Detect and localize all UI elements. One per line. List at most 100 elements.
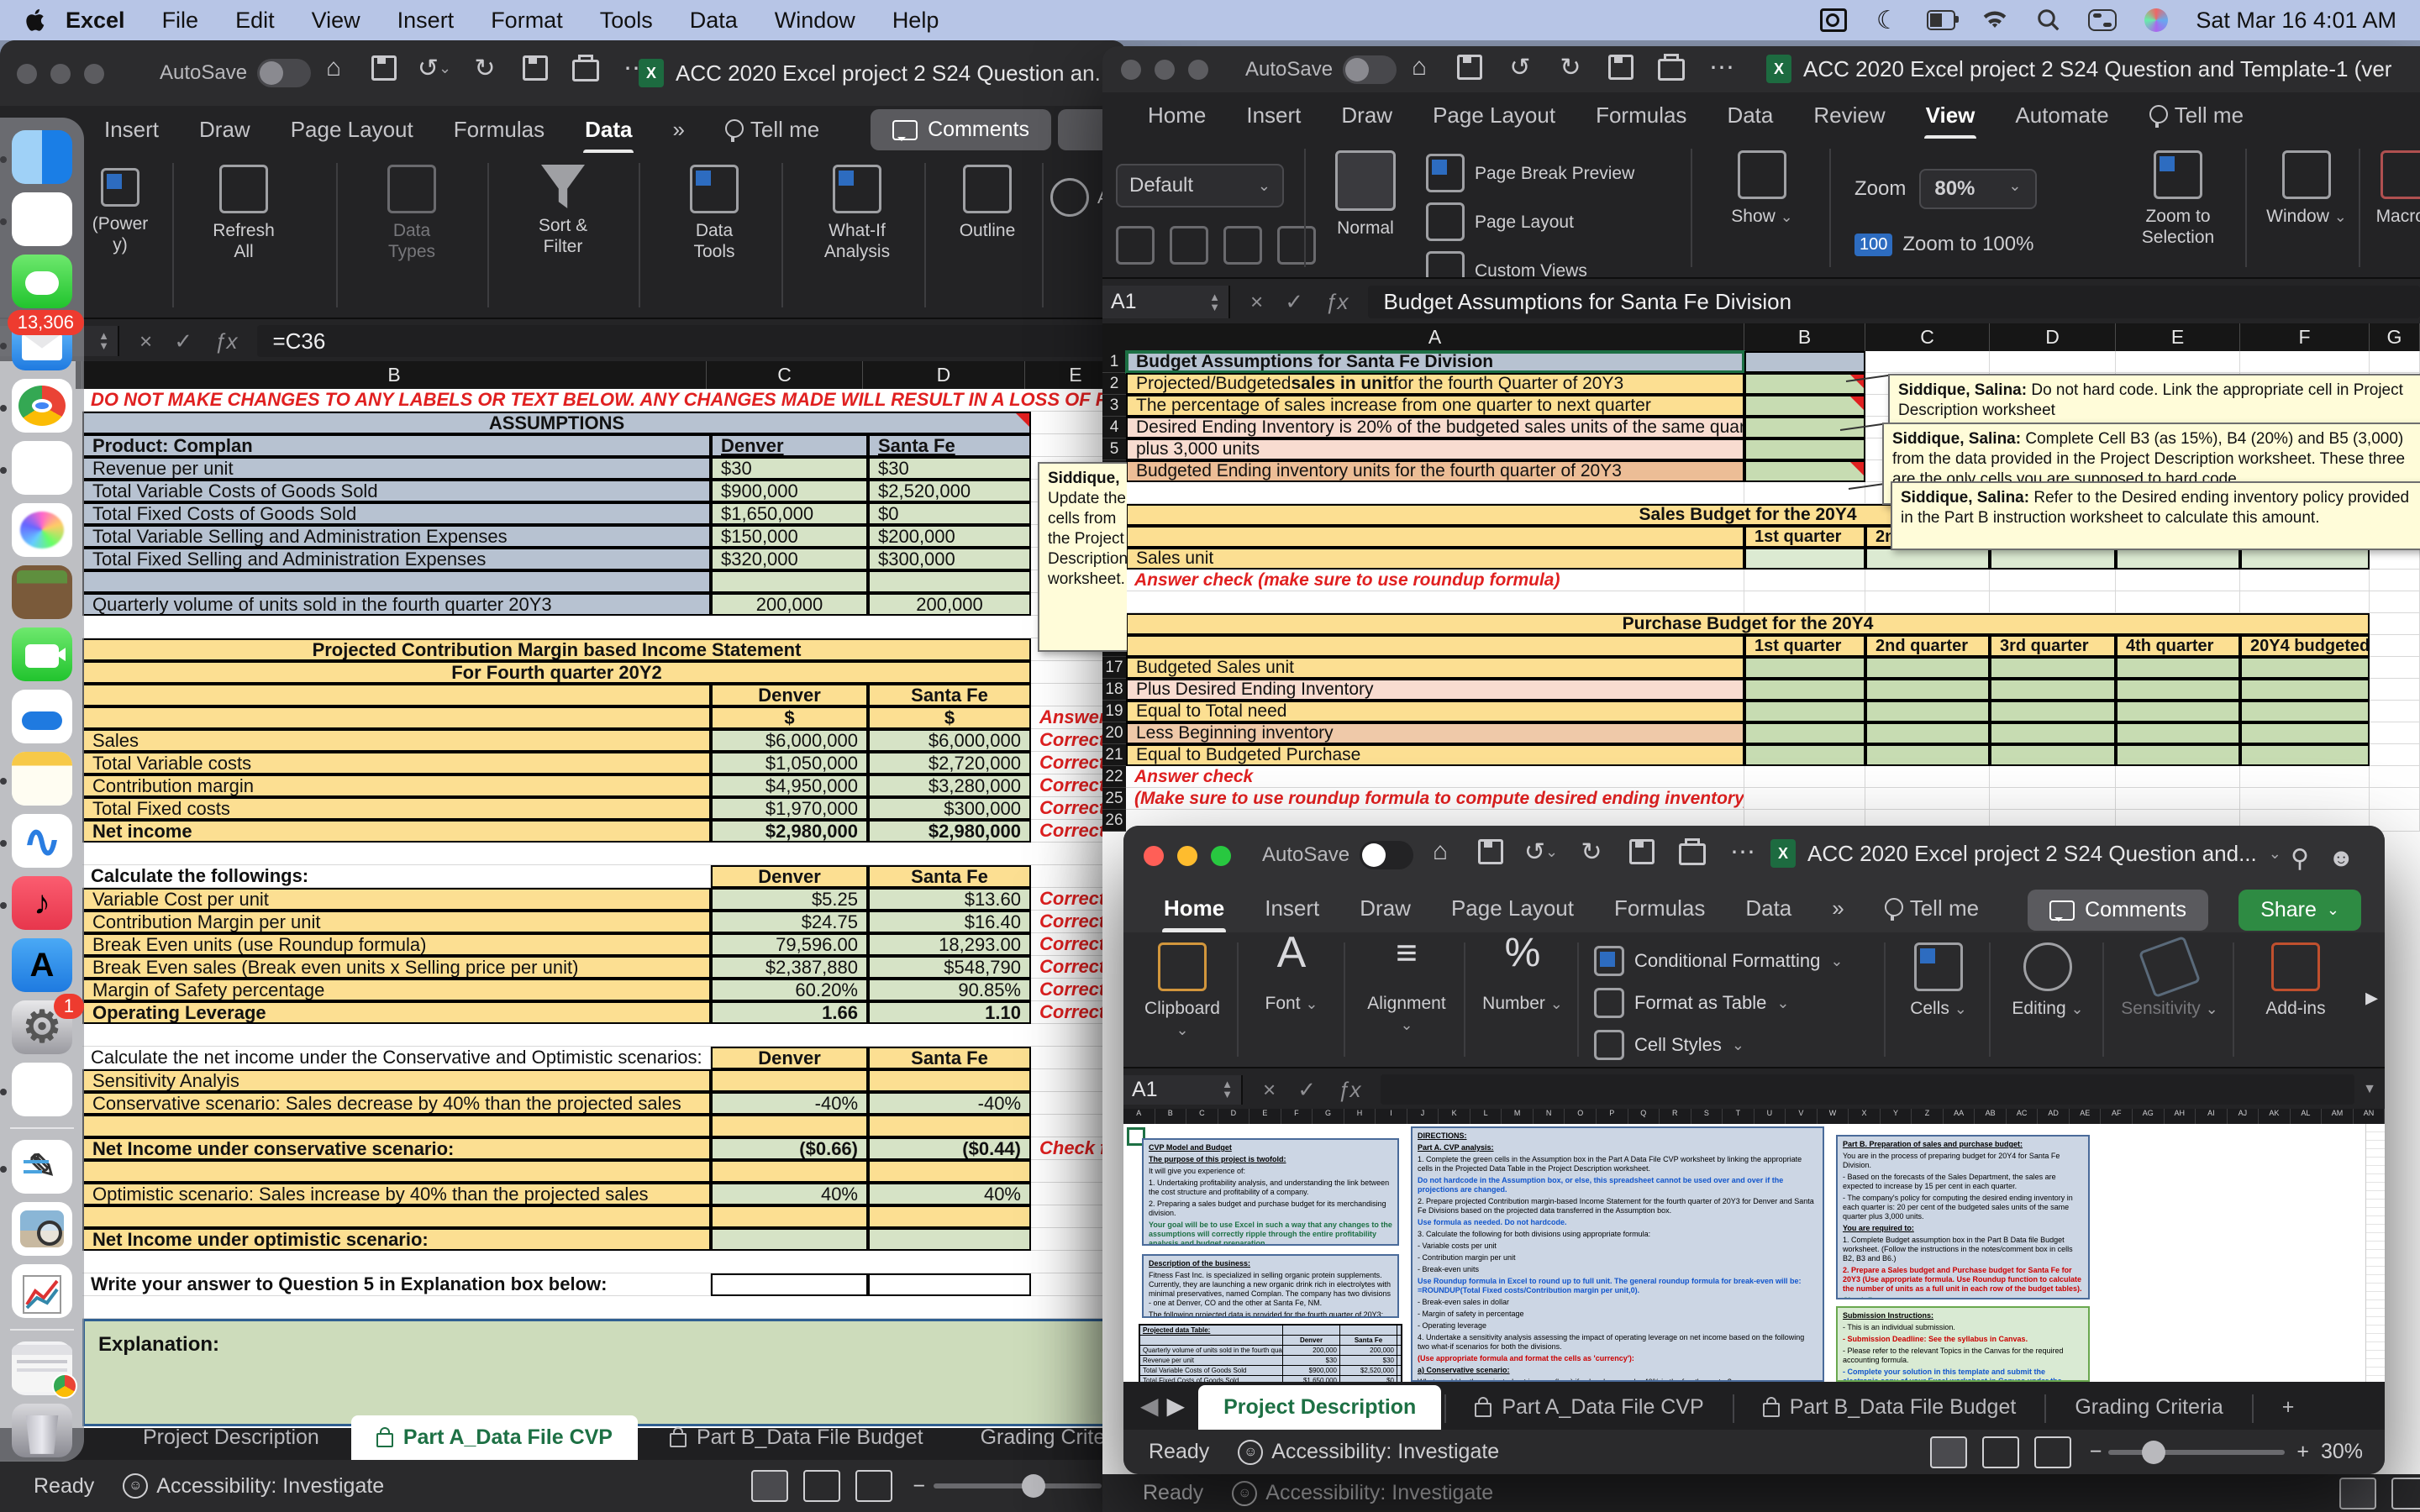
save-as-icon[interactable]: [1628, 839, 1656, 864]
print-icon[interactable]: [1678, 838, 1707, 865]
cell-value[interactable]: [2240, 744, 2370, 766]
menu-item-window[interactable]: Window: [756, 8, 874, 33]
cell-value[interactable]: ($0.44): [868, 1137, 1031, 1160]
normal-view-icon[interactable]: [751, 1470, 789, 1502]
w2-zoom-to-selection-button[interactable]: Zoom to Selection: [2123, 150, 2233, 248]
w1-outline-group[interactable]: Outline: [941, 165, 1034, 241]
cell-label[interactable]: [82, 1160, 711, 1183]
cell-value[interactable]: [1990, 679, 2116, 701]
undo-icon[interactable]: ↺ ⌄: [1524, 838, 1558, 866]
dock-icon-outlook[interactable]: [0, 192, 72, 247]
cell-value[interactable]: [1990, 722, 2116, 744]
cell-label[interactable]: Total Fixed Costs of Goods Sold: [82, 502, 711, 525]
more-commands-icon[interactable]: ⋯: [1728, 838, 1757, 866]
cell-value[interactable]: $4,950,000: [711, 774, 868, 797]
row-header-1[interactable]: 1: [1102, 351, 1126, 373]
undo-icon[interactable]: ↺ ⌄: [418, 55, 451, 82]
cell-label[interactable]: (Make sure to use roundup formula to com…: [1126, 788, 1744, 810]
cell-quarter-header[interactable]: 4th quarter: [2116, 635, 2240, 657]
cell-value[interactable]: [1865, 351, 1990, 373]
dock-icon-finder[interactable]: [0, 130, 72, 185]
sheet-tab-project-description[interactable]: Project Description: [118, 1415, 345, 1460]
cell-value[interactable]: [1744, 482, 1865, 504]
cell-value[interactable]: [2116, 766, 2240, 788]
cell-label[interactable]: Total Variable Costs of Goods Sold: [82, 480, 711, 502]
row-header-19[interactable]: 19: [1102, 701, 1126, 722]
row-header-5[interactable]: 5: [1102, 438, 1126, 460]
row-header-3[interactable]: 3: [1102, 395, 1126, 417]
cell-value[interactable]: [1744, 766, 1865, 788]
w3-titlebar[interactable]: AutoSave ⌂ ↺ ⌄ ↻ ⋯ X ACC 2020 Excel proje…: [1123, 826, 2385, 885]
cell-label[interactable]: Net Income under conservative scenario:: [82, 1137, 711, 1160]
w2-sheet-view-icons[interactable]: [1116, 226, 1316, 265]
cell-value[interactable]: Santa Fe: [868, 865, 1031, 888]
cell-value[interactable]: [1865, 788, 1990, 810]
cell-label[interactable]: Contribution margin: [82, 774, 711, 797]
cancel-icon[interactable]: ×: [139, 328, 152, 354]
w3-number-group[interactable]: % Number ⌄: [1481, 933, 1565, 1015]
w2-sheet-view-select[interactable]: Default ⌄: [1116, 164, 1284, 207]
cell-label[interactable]: Total Fixed Selling and Administration E…: [82, 548, 711, 570]
cell-value[interactable]: $1,970,000: [711, 797, 868, 820]
cell-value[interactable]: [1744, 460, 1865, 482]
cell-value[interactable]: 200,000: [711, 593, 868, 616]
cell-value[interactable]: [1744, 373, 1865, 395]
cell-value[interactable]: [2240, 766, 2370, 788]
home-icon[interactable]: ⌂: [319, 54, 348, 81]
cell-value[interactable]: [2116, 548, 2240, 570]
cell-value[interactable]: [1744, 591, 1865, 613]
cell-value[interactable]: Santa Fe: [868, 1047, 1031, 1069]
cell-label[interactable]: Sales: [82, 729, 711, 752]
dock-icon-minimized-window[interactable]: [12, 1341, 77, 1399]
cell-label[interactable]: Plus Desired Ending Inventory: [1126, 679, 1744, 701]
fx-icon[interactable]: ƒx: [214, 328, 237, 354]
column-header-G[interactable]: G: [2370, 323, 2420, 351]
dock-icon-minecraft[interactable]: [12, 565, 72, 620]
w3-scroll-gutter[interactable]: [2365, 1124, 2385, 1382]
spotlight-icon[interactable]: [2034, 8, 2063, 33]
cell-label[interactable]: [82, 684, 711, 706]
cell-value[interactable]: $2,720,000: [868, 752, 1031, 774]
cell-quarter-header[interactable]: 1st quarter: [1744, 635, 1865, 657]
cell-label[interactable]: Answer check (make sure to use roundup f…: [1126, 570, 1744, 591]
cell-label[interactable]: [1126, 591, 1744, 613]
column-header-F[interactable]: F: [2240, 323, 2370, 351]
cell-value[interactable]: [2240, 591, 2370, 613]
cell-value[interactable]: [1744, 570, 1865, 591]
cell-value[interactable]: [1865, 657, 1990, 679]
cell-label[interactable]: [1126, 482, 1744, 504]
cell-value[interactable]: [1744, 351, 1865, 373]
w1-data-tools-group[interactable]: Data Tools: [664, 165, 765, 262]
cancel-icon[interactable]: ×: [1250, 289, 1263, 315]
fx-icon[interactable]: ƒx: [1325, 289, 1348, 315]
cell-value[interactable]: [1744, 395, 1865, 417]
cell-value[interactable]: [1865, 679, 1990, 701]
w1-tellme[interactable]: Tell me: [705, 108, 839, 151]
dock-icon-music[interactable]: ♪: [0, 876, 72, 931]
w3-cell-styles-button[interactable]: Cell Styles ⌄: [1594, 1030, 1843, 1060]
cell-value[interactable]: 40%: [711, 1183, 868, 1205]
dock-icon-trash[interactable]: [12, 1403, 72, 1457]
cell-value[interactable]: Denver: [711, 865, 868, 888]
cell-label[interactable]: Net income: [82, 820, 711, 843]
column-header-D[interactable]: D: [1990, 323, 2116, 351]
cell-value[interactable]: 79,596.00: [711, 933, 868, 956]
w3-clipboard-group[interactable]: Clipboard ⌄: [1140, 942, 1224, 1041]
sheet-tab-part-a-data-file-cvp[interactable]: Part A_Data File CVP: [1449, 1385, 1728, 1430]
cell-value[interactable]: [1744, 657, 1865, 679]
w2-tab-review[interactable]: Review: [1793, 94, 1905, 136]
people-icon[interactable]: ☻: [2328, 844, 2354, 873]
battery-icon[interactable]: [1927, 8, 1960, 33]
cell-value[interactable]: $30: [868, 457, 1031, 480]
column-header-E[interactable]: E: [2116, 323, 2240, 351]
dock-icon-freeform[interactable]: ∿: [0, 814, 72, 869]
focus-moon-icon[interactable]: ☾: [1873, 7, 1902, 34]
cell-label[interactable]: The percentage of sales increase from on…: [1126, 395, 1744, 417]
cell-value[interactable]: [1744, 548, 1865, 570]
cell-label[interactable]: Total Variable costs: [82, 752, 711, 774]
menu-item-help[interactable]: Help: [874, 8, 958, 33]
cell-label[interactable]: Break Even sales (Break even units x Sel…: [82, 956, 711, 979]
enter-icon[interactable]: ✓: [1285, 289, 1303, 315]
w3-tab-home[interactable]: Home: [1144, 887, 1244, 929]
cell-value[interactable]: [1744, 788, 1865, 810]
